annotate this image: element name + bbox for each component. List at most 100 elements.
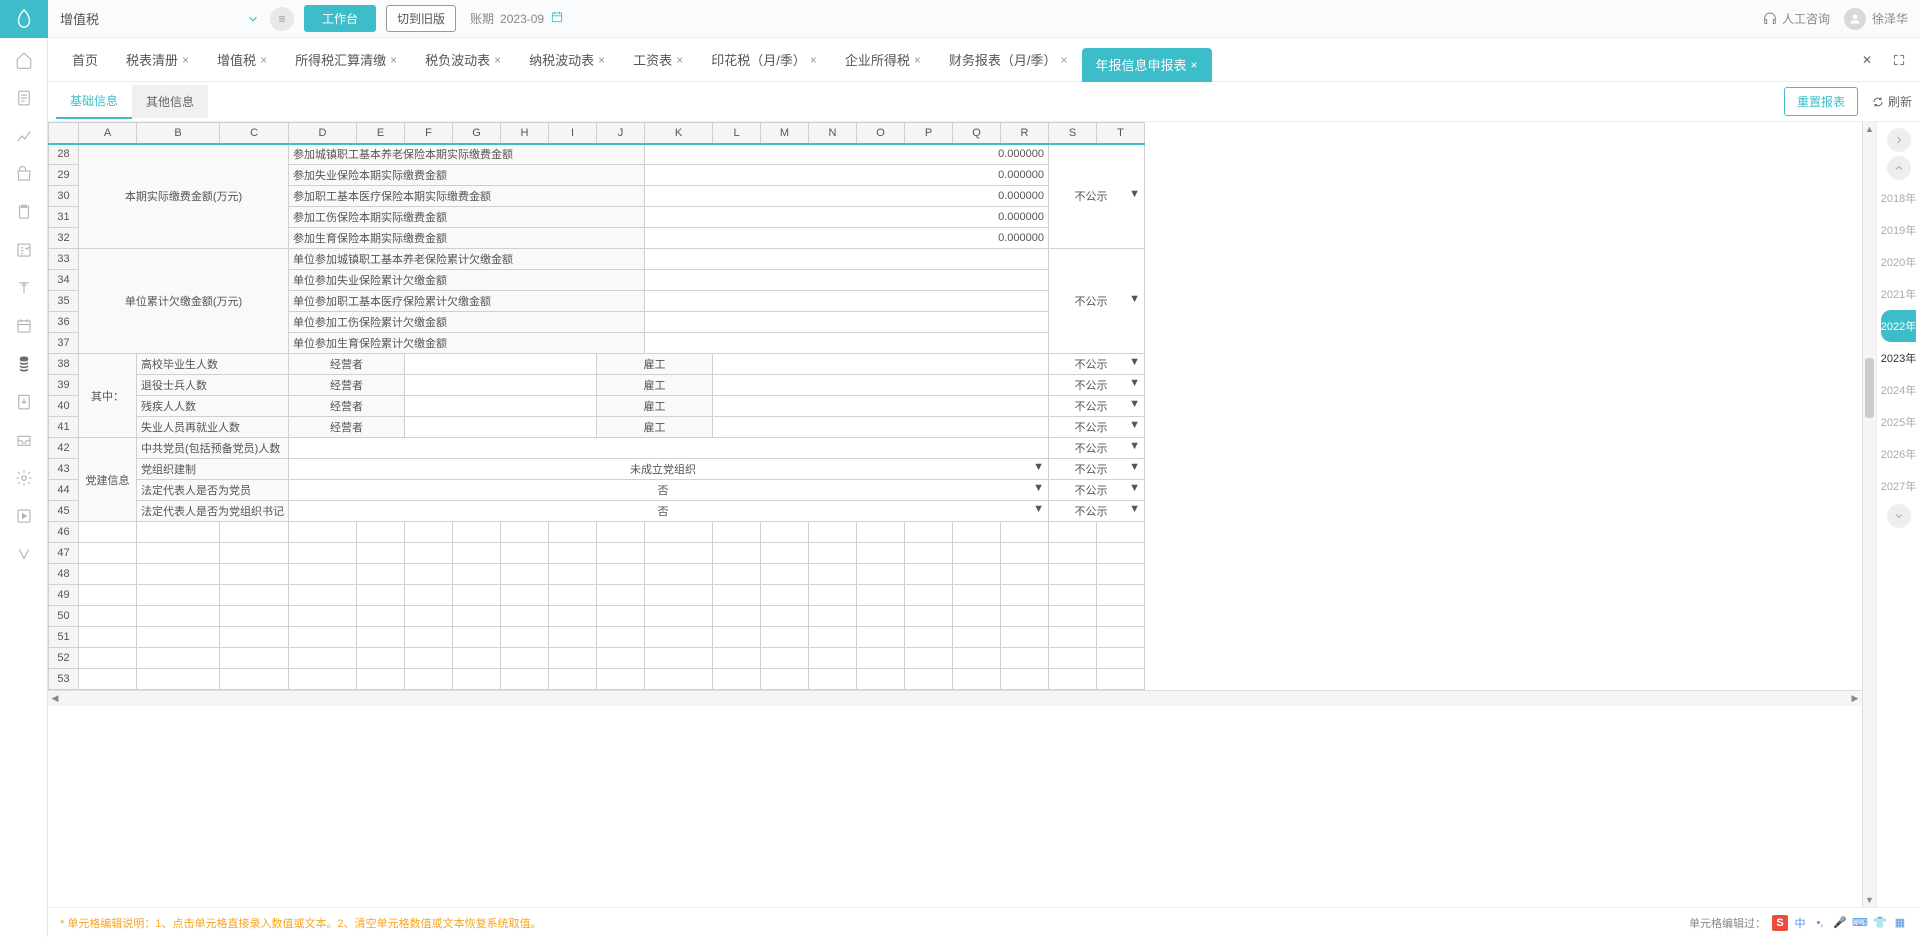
cell-50-B[interactable] [137, 606, 220, 627]
vertical-scrollbar[interactable]: ▲ ▼ [1862, 122, 1876, 907]
row-header-35[interactable]: 35 [49, 291, 79, 312]
cell-53-Q[interactable] [953, 669, 1001, 690]
cell-49-C[interactable] [220, 585, 289, 606]
row-header-37[interactable]: 37 [49, 333, 79, 354]
cell-47-Q[interactable] [953, 543, 1001, 564]
row-header-48[interactable]: 48 [49, 564, 79, 585]
tab-3[interactable]: 所得税汇算清缴× [281, 38, 411, 82]
r39-emp-val[interactable] [713, 375, 1049, 396]
cell-51-O[interactable] [857, 627, 905, 648]
bag-icon[interactable] [14, 164, 34, 184]
r32-val[interactable]: 0.000000 [645, 228, 1049, 249]
cell-51-R[interactable] [1001, 627, 1049, 648]
row-header-49[interactable]: 49 [49, 585, 79, 606]
row-header-28[interactable]: 28 [49, 144, 79, 165]
user-menu[interactable]: 徐泽华 [1844, 8, 1908, 30]
year-item-2023年[interactable]: 2023年 [1881, 342, 1916, 374]
cell-48-N[interactable] [809, 564, 857, 585]
cell-53-K[interactable] [645, 669, 713, 690]
v-icon[interactable] [14, 544, 34, 564]
cell-52-A[interactable] [79, 648, 137, 669]
cell-48-A[interactable] [79, 564, 137, 585]
cell-53-L[interactable] [713, 669, 761, 690]
close-icon[interactable]: × [390, 53, 397, 67]
cell-53-B[interactable] [137, 669, 220, 690]
cell-50-C[interactable] [220, 606, 289, 627]
cell-46-H[interactable] [501, 522, 549, 543]
consult-link[interactable]: 人工咨询 [1762, 10, 1830, 27]
r41-public-select[interactable]: 不公示▼ [1049, 417, 1145, 438]
cell-48-R[interactable] [1001, 564, 1049, 585]
year-item-2027年[interactable]: 2027年 [1881, 470, 1916, 502]
cell-46-D[interactable] [289, 522, 357, 543]
cell-51-N[interactable] [809, 627, 857, 648]
cell-49-L[interactable] [713, 585, 761, 606]
tab-7[interactable]: 印花税（月/季）× [697, 38, 831, 82]
col-header-B[interactable]: B [137, 123, 220, 144]
cell-52-B[interactable] [137, 648, 220, 669]
cell-52-G[interactable] [453, 648, 501, 669]
col-header-P[interactable]: P [905, 123, 953, 144]
r43-val-select[interactable]: 未成立党组织▼ [289, 459, 1049, 480]
cell-46-J[interactable] [597, 522, 645, 543]
year-item-2019年[interactable]: 2019年 [1881, 214, 1916, 246]
r39-op-val[interactable] [405, 375, 597, 396]
cell-53-S[interactable] [1049, 669, 1097, 690]
year-item-2022年[interactable]: 2022年 [1881, 310, 1916, 342]
cell-48-Q[interactable] [953, 564, 1001, 585]
cell-48-M[interactable] [761, 564, 809, 585]
row-header-40[interactable]: 40 [49, 396, 79, 417]
cell-49-D[interactable] [289, 585, 357, 606]
cell-52-N[interactable] [809, 648, 857, 669]
col-header-T[interactable]: T [1097, 123, 1145, 144]
cell-51-C[interactable] [220, 627, 289, 648]
col-header-C[interactable]: C [220, 123, 289, 144]
home-icon[interactable] [14, 50, 34, 70]
ime-s-icon[interactable]: S [1772, 915, 1788, 931]
col-header-H[interactable]: H [501, 123, 549, 144]
r38-public-select[interactable]: 不公示▼ [1049, 354, 1145, 375]
cell-53-R[interactable] [1001, 669, 1049, 690]
row-header-36[interactable]: 36 [49, 312, 79, 333]
cell-50-H[interactable] [501, 606, 549, 627]
year-down-icon[interactable] [1887, 504, 1911, 528]
r40-public-select[interactable]: 不公示▼ [1049, 396, 1145, 417]
tab-4[interactable]: 税负波动表× [411, 38, 515, 82]
col-header-R[interactable]: R [1001, 123, 1049, 144]
play-icon[interactable] [14, 506, 34, 526]
r40-op-val[interactable] [405, 396, 597, 417]
tab-0[interactable]: 首页 [58, 38, 112, 82]
refresh-link[interactable]: 刷新 [1872, 93, 1912, 110]
row-header-38[interactable]: 38 [49, 354, 79, 375]
tab-9[interactable]: 财务报表（月/季）× [935, 38, 1082, 82]
cell-47-E[interactable] [357, 543, 405, 564]
cell-52-C[interactable] [220, 648, 289, 669]
year-rail-collapse-icon[interactable] [1887, 128, 1911, 152]
r42-val[interactable] [289, 438, 1049, 459]
cell-50-K[interactable] [645, 606, 713, 627]
ime-grid-icon[interactable]: ▦ [1892, 915, 1908, 931]
calendar-icon[interactable] [14, 316, 34, 336]
col-header-L[interactable]: L [713, 123, 761, 144]
form-icon[interactable] [14, 240, 34, 260]
cell-53-M[interactable] [761, 669, 809, 690]
row-header-33[interactable]: 33 [49, 249, 79, 270]
cell-50-O[interactable] [857, 606, 905, 627]
col-header-I[interactable]: I [549, 123, 597, 144]
row-header-52[interactable]: 52 [49, 648, 79, 669]
cell-46-K[interactable] [645, 522, 713, 543]
r41-op-val[interactable] [405, 417, 597, 438]
cell-48-H[interactable] [501, 564, 549, 585]
close-icon[interactable]: × [1061, 53, 1068, 67]
subtab-basic-info[interactable]: 基础信息 [56, 84, 132, 119]
cell-48-G[interactable] [453, 564, 501, 585]
cell-49-S[interactable] [1049, 585, 1097, 606]
r30-val[interactable]: 0.000000 [645, 186, 1049, 207]
cell-46-O[interactable] [857, 522, 905, 543]
cell-48-C[interactable] [220, 564, 289, 585]
tab-6[interactable]: 工资表× [619, 38, 697, 82]
cell-47-F[interactable] [405, 543, 453, 564]
r35-val[interactable] [645, 291, 1049, 312]
cell-52-R[interactable] [1001, 648, 1049, 669]
col-header-N[interactable]: N [809, 123, 857, 144]
